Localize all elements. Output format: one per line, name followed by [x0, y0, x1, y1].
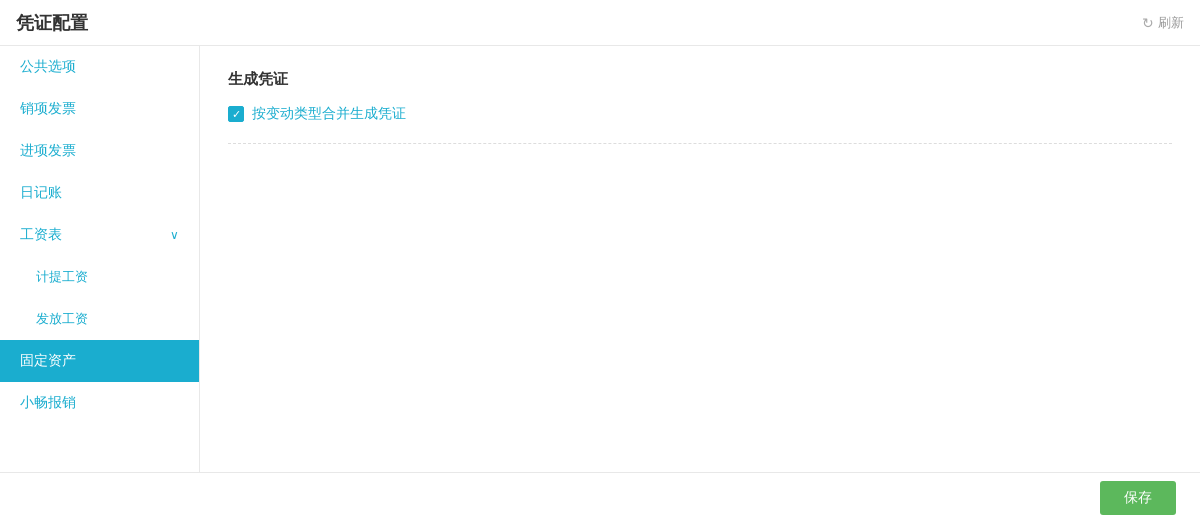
sidebar-item-journal[interactable]: 日记账	[0, 172, 199, 214]
checkbox-row: 按变动类型合并生成凭证	[228, 105, 1172, 123]
section-title: 生成凭证	[228, 70, 1172, 89]
sidebar-item-purchase-invoice[interactable]: 进项发票	[0, 130, 199, 172]
sidebar-item-public[interactable]: 公共选项	[0, 46, 199, 88]
refresh-icon: ↻	[1142, 15, 1154, 31]
sidebar-item-label-purchase-invoice: 进项发票	[20, 142, 76, 160]
sidebar-item-label-public: 公共选项	[20, 58, 76, 76]
refresh-label: 刷新	[1158, 14, 1184, 32]
main-content: 生成凭证 按变动类型合并生成凭证	[200, 46, 1200, 472]
sidebar: 公共选项销项发票进项发票日记账工资表 ∨ 计提工资发放工资固定资产小畅报销	[0, 46, 200, 472]
sidebar-item-label-journal: 日记账	[20, 184, 62, 202]
sidebar-item-label-fixed-assets: 固定资产	[20, 352, 76, 370]
sidebar-item-accrued-wages[interactable]: 计提工资	[0, 256, 199, 298]
chevron-down-icon: ∨	[170, 228, 179, 242]
checkbox-label[interactable]: 按变动类型合并生成凭证	[252, 105, 406, 123]
sidebar-item-pay-wages[interactable]: 发放工资	[0, 298, 199, 340]
page-wrapper: 凭证配置 ↻ 刷新 公共选项销项发票进项发票日记账工资表 ∨ 计提工资发放工资固定资…	[0, 0, 1200, 522]
sidebar-item-payroll[interactable]: 工资表 ∨	[0, 214, 199, 256]
sidebar-item-fixed-assets[interactable]: 固定资产	[0, 340, 199, 382]
sidebar-item-label-pay-wages: 发放工资	[36, 310, 88, 328]
refresh-button[interactable]: ↻ 刷新	[1142, 14, 1184, 32]
body: 公共选项销项发票进项发票日记账工资表 ∨ 计提工资发放工资固定资产小畅报销 生成凭证…	[0, 46, 1200, 472]
sidebar-item-label-sales-invoice: 销项发票	[20, 100, 76, 118]
sidebar-item-label-payroll: 工资表	[20, 226, 62, 244]
sidebar-item-sales-invoice[interactable]: 销项发票	[0, 88, 199, 130]
merge-checkbox[interactable]	[228, 106, 244, 122]
footer: 保存	[0, 472, 1200, 522]
save-button[interactable]: 保存	[1100, 481, 1176, 515]
page-title: 凭证配置	[16, 11, 88, 35]
header: 凭证配置 ↻ 刷新	[0, 0, 1200, 46]
sidebar-item-label-expense-report: 小畅报销	[20, 394, 76, 412]
sidebar-item-label-accrued-wages: 计提工资	[36, 268, 88, 286]
sidebar-item-expense-report[interactable]: 小畅报销	[0, 382, 199, 424]
section-divider	[228, 143, 1172, 144]
